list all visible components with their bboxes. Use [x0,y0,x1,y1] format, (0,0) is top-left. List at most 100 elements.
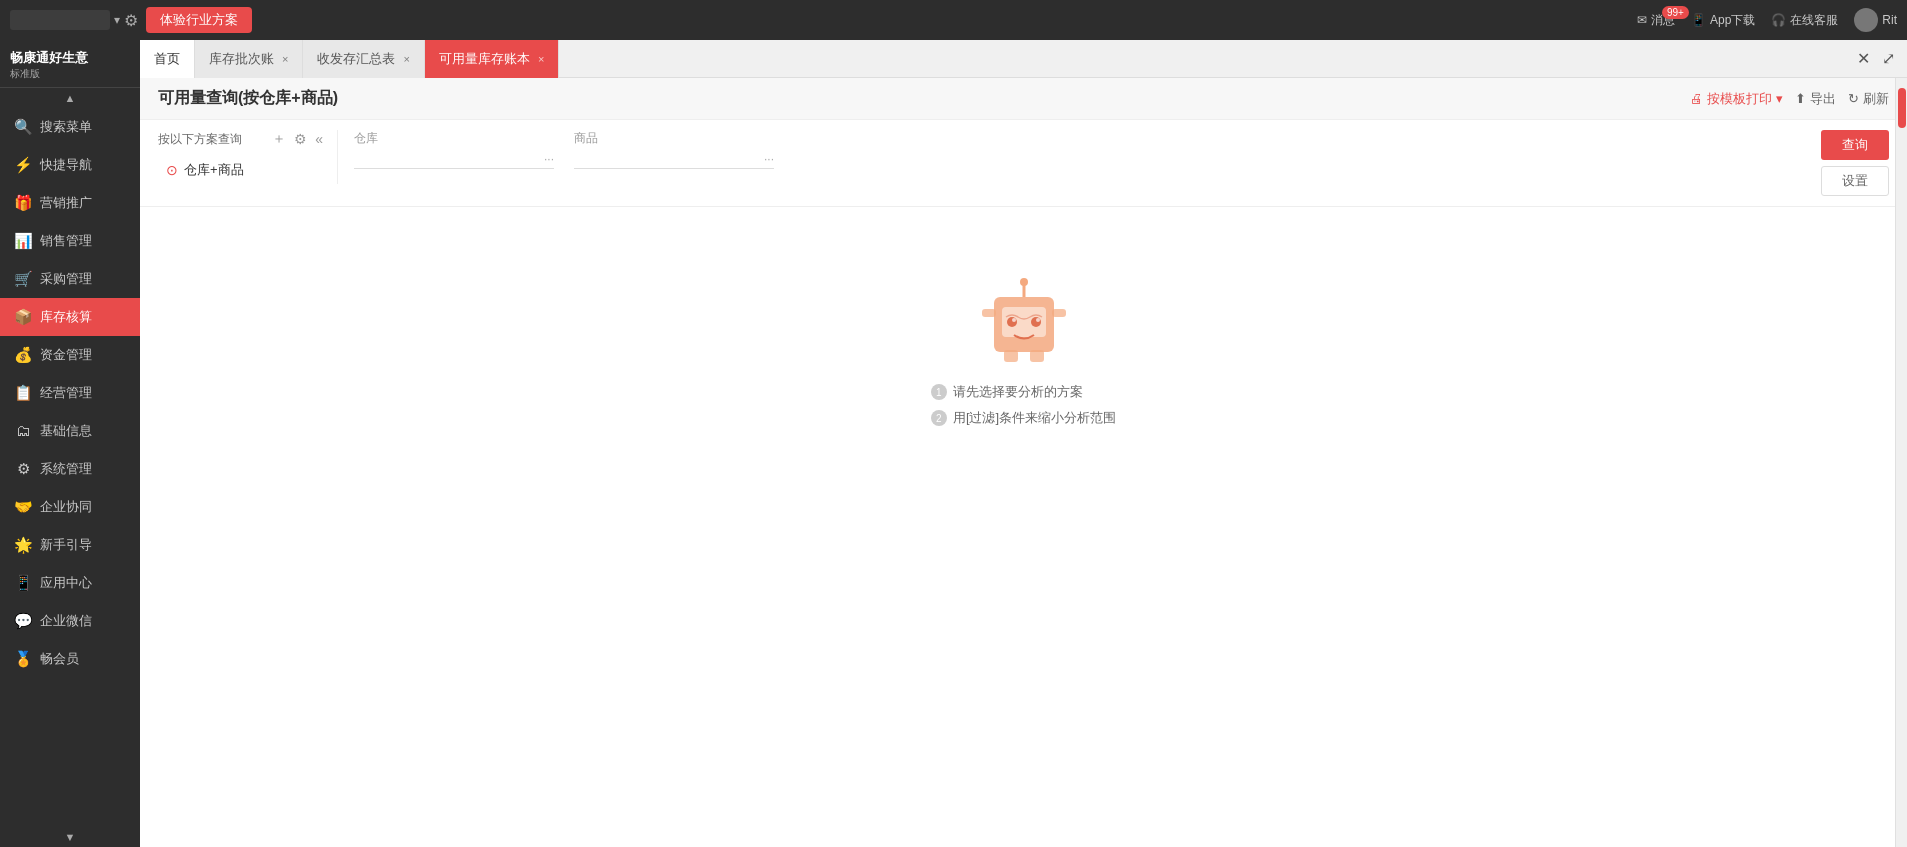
tab-maximize-btn[interactable]: ⤢ [1878,47,1899,70]
sidebar-item-newbie[interactable]: 🌟 新手引导 [0,526,140,564]
warehouse-label: 仓库 [354,130,554,147]
scheme-settings-btn[interactable]: ⚙ [292,130,309,148]
tab-batch-close[interactable]: × [282,53,288,65]
warehouse-more-btn[interactable]: ··· [544,152,554,166]
scheme-actions: ＋ ⚙ « [270,130,325,148]
goods-label: 商品 [574,130,774,147]
sidebar-item-enterprise[interactable]: 🤝 企业协同 [0,488,140,526]
filter-area: 按以下方案查询 ＋ ⚙ « ⊙ 仓库+商品 仓库 [140,120,1907,207]
sidebar-item-inventory[interactable]: 📦 库存核算 [0,298,140,336]
logo-area: 畅康通好生意 标准版 [0,40,140,88]
scheme-item-label: 仓库+商品 [184,161,244,179]
scheme-panel: 按以下方案查询 ＋ ⚙ « ⊙ 仓库+商品 [158,130,338,184]
scheme-header: 按以下方案查询 ＋ ⚙ « [158,130,325,148]
goods-input-wrap: ··· [574,151,774,169]
clipboard-icon: 📋 [14,384,32,402]
print-dropdown-icon: ▾ [1776,91,1783,106]
sidebar-item-operation[interactable]: 📋 经营管理 [0,374,140,412]
goods-more-btn[interactable]: ··· [764,152,774,166]
right-scrollbar[interactable] [1895,78,1907,847]
scheme-collapse-btn[interactable]: « [313,130,325,148]
sidebar-item-label: 应用中心 [40,574,92,592]
settings-outline-btn[interactable]: 设置 [1821,166,1889,196]
print-template-label: 按模板打印 [1707,90,1772,108]
tab-batch[interactable]: 库存批次账 × [195,40,303,78]
sidebar-item-label: 资金管理 [40,346,92,364]
online-service-btn[interactable]: 🎧 在线客服 [1771,12,1838,29]
filter-field-goods: 商品 ··· [574,130,774,169]
header-settings-btn[interactable]: ⚙ [124,11,138,30]
export-label: 导出 [1810,90,1836,108]
page-content: 可用量查询(按仓库+商品) 🖨 按模板打印 ▾ ⬆ 导出 ↻ 刷新 [140,78,1907,847]
svg-point-2 [1007,317,1017,327]
hint-text-2: 用[过滤]条件来缩小分析范围 [953,409,1116,427]
avatar [1854,8,1878,32]
sidebar-item-member[interactable]: 🏅 畅会员 [0,640,140,678]
sidebar-item-purchase[interactable]: 🛒 采购管理 [0,260,140,298]
content-area: 首页 库存批次账 × 收发存汇总表 × 可用量库存账本 × ✕ ⤢ [140,40,1907,847]
refresh-btn[interactable]: ↻ 刷新 [1848,90,1889,108]
sidebar-scroll-up[interactable]: ▲ [0,88,140,108]
sidebar-item-label: 营销推广 [40,194,92,212]
svg-point-4 [1012,318,1016,322]
user-profile-btn[interactable]: Rit [1854,8,1897,32]
tab-summary[interactable]: 收发存汇总表 × [303,40,424,78]
message-icon: ✉ [1637,13,1647,27]
sidebar-item-label: 销售管理 [40,232,92,250]
sidebar-item-finance[interactable]: 💰 资金管理 [0,336,140,374]
chart-icon: 📊 [14,232,32,250]
sidebar-scroll-down[interactable]: ▼ [0,827,140,847]
sidebar-item-basic[interactable]: 🗂 基础信息 [0,412,140,450]
chat-icon: 💬 [14,612,32,630]
scheme-add-btn[interactable]: ＋ [270,130,288,148]
page-header-actions: 🖨 按模板打印 ▾ ⬆ 导出 ↻ 刷新 [1690,90,1889,108]
sidebar-item-shortcut[interactable]: ⚡ 快捷导航 [0,146,140,184]
sidebar-item-search[interactable]: 🔍 搜索菜单 [0,108,140,146]
sidebar-item-sales[interactable]: 📊 销售管理 [0,222,140,260]
header-dropdown-btn[interactable]: ▾ [114,13,120,27]
sidebar-item-label: 搜索菜单 [40,118,92,136]
money-icon: 💰 [14,346,32,364]
svg-point-7 [1020,278,1028,286]
gift-icon: 🎁 [14,194,32,212]
header-search-input[interactable] [10,10,110,30]
tab-batch-label: 库存批次账 [209,50,274,68]
app-download-btn[interactable]: 📱 App下载 [1691,12,1755,29]
tab-summary-label: 收发存汇总表 [317,50,395,68]
warehouse-input[interactable] [354,151,544,166]
warehouse-input-wrap: ··· [354,151,554,169]
printer-icon: 🖨 [1690,91,1703,106]
filter-fields: 仓库 ··· 商品 ··· [354,130,1793,169]
goods-input[interactable] [574,151,764,166]
sidebar-item-wechat[interactable]: 💬 企业微信 [0,602,140,640]
trial-industry-btn[interactable]: 体验行业方案 [146,7,252,33]
tab-available[interactable]: 可用量库存账本 × [425,40,559,78]
sidebar-item-marketing[interactable]: 🎁 营销推广 [0,184,140,222]
sidebar-item-label: 企业微信 [40,612,92,630]
query-btn[interactable]: 查询 [1821,130,1889,160]
svg-rect-8 [982,309,996,317]
handshake-icon: 🤝 [14,498,32,516]
sidebar-item-label: 畅会员 [40,650,79,668]
box-icon: 📦 [14,308,32,326]
message-btn[interactable]: ✉ 消息 99+ [1637,12,1675,29]
logo-title: 畅康通好生意 [10,50,130,67]
search-icon: 🔍 [14,118,32,136]
sidebar-item-system[interactable]: ⚙ 系统管理 [0,450,140,488]
export-btn[interactable]: ⬆ 导出 [1795,90,1836,108]
tab-close-window-btn[interactable]: ✕ [1853,47,1874,70]
main-layout: 畅康通好生意 标准版 ▲ 🔍 搜索菜单 ⚡ 快捷导航 🎁 营销推广 📊 销售管理… [0,40,1907,847]
tab-summary-close[interactable]: × [403,53,409,65]
sidebar-item-label: 系统管理 [40,460,92,478]
user-name: Rit [1882,13,1897,27]
tab-home[interactable]: 首页 [140,40,195,78]
empty-hints: 1 请先选择要分析的方案 2 用[过滤]条件来缩小分析范围 [931,383,1116,427]
empty-hint-1: 1 请先选择要分析的方案 [931,383,1116,401]
scheme-item-warehouse-goods[interactable]: ⊙ 仓库+商品 [158,156,325,184]
page-title: 可用量查询(按仓库+商品) [158,88,338,109]
print-template-btn[interactable]: 🖨 按模板打印 ▾ [1690,90,1783,108]
logo-subtitle: 标准版 [10,67,130,81]
sidebar-item-label: 经营管理 [40,384,92,402]
tab-available-close[interactable]: × [538,53,544,65]
sidebar-item-apps[interactable]: 📱 应用中心 [0,564,140,602]
